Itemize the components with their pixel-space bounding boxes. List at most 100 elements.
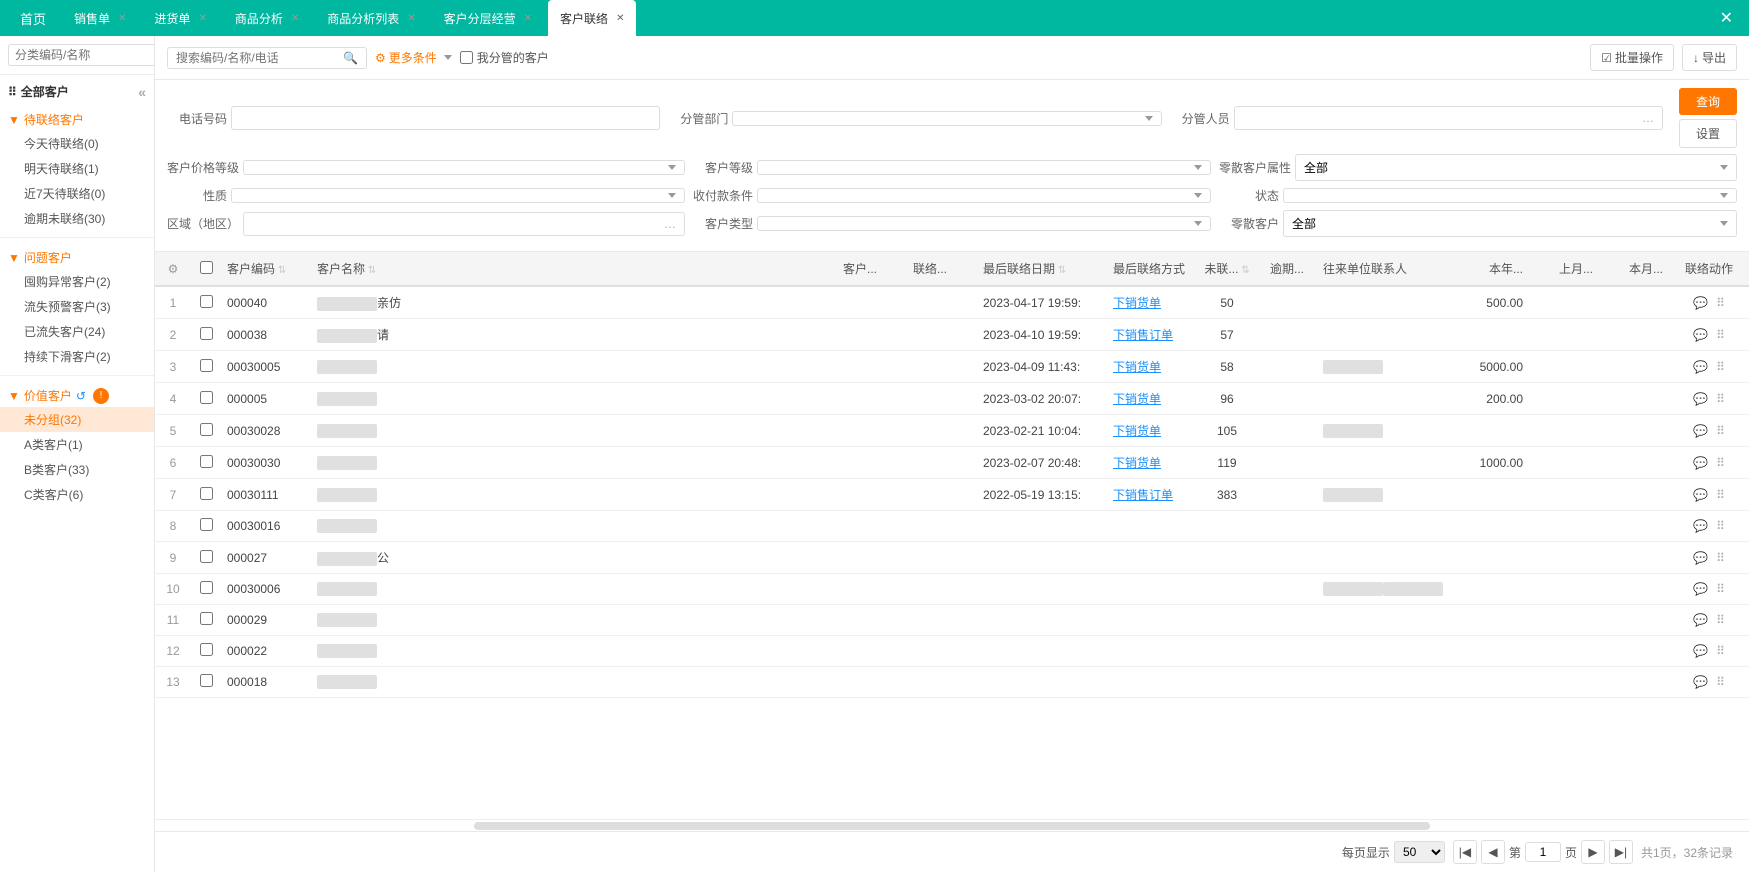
nav-tab-product-analysis[interactable]: 商品分析 ✕ [223,0,311,36]
method-link[interactable]: 下销货单 [1113,424,1161,438]
message-icon[interactable]: 💬 [1693,488,1708,502]
th-customer-type[interactable]: 客户... [837,252,907,286]
sidebar-item-declining[interactable]: 持续下滑客户(2) [0,344,154,369]
row-check[interactable] [191,542,221,574]
sidebar-item-churned[interactable]: 已流失客户(24) [0,319,154,344]
th-last-month[interactable]: 上月... [1529,252,1599,286]
th-code[interactable]: 客户编码 [221,252,311,286]
row-checkbox[interactable] [200,295,213,308]
method-link[interactable]: 下销货单 [1113,392,1161,406]
row-checkbox[interactable] [200,674,213,687]
message-icon[interactable]: 💬 [1693,613,1708,627]
sidebar-item-today-pending[interactable]: 今天待联络(0) [0,131,154,156]
message-icon[interactable]: 💬 [1693,519,1708,533]
sidebar-item-ungrouped[interactable]: 未分组(32) [0,407,154,432]
sidebar-item-tomorrow-pending[interactable]: 明天待联络(1) [0,156,154,181]
per-page-select[interactable]: 50 20 100 [1394,841,1445,863]
customer-type-select[interactable] [757,216,1211,231]
manager-more-icon[interactable]: … [1642,111,1654,125]
region-more-icon[interactable]: … [664,217,676,231]
th-overdue[interactable]: 逾期... [1257,252,1317,286]
reset-btn[interactable]: 设置 [1679,119,1737,148]
more-action-icon[interactable]: ⠿ [1716,360,1725,374]
method-link[interactable]: 下销货单 [1113,456,1161,470]
row-check[interactable] [191,667,221,698]
th-check[interactable] [191,252,221,286]
row-check[interactable] [191,286,221,319]
method-link[interactable]: 下销售订单 [1113,328,1173,342]
nav-tab-purchase[interactable]: 进货单 ✕ [142,0,218,36]
th-settings[interactable]: ⚙ [155,252,191,286]
th-contact[interactable]: 联络... [907,252,977,286]
sidebar-pending-group[interactable]: ▼ 待联络客户 [0,106,154,131]
close-customer-stratification-tab[interactable]: ✕ [524,13,532,24]
phone-input[interactable] [231,106,660,130]
message-icon[interactable]: 💬 [1693,424,1708,438]
row-checkbox[interactable] [200,391,213,404]
region-select[interactable]: … [243,212,685,236]
customer-level-select[interactable] [757,160,1211,175]
my-customers-checkbox[interactable] [460,51,473,64]
sidebar-problem-group[interactable]: ▼ 问题客户 [0,244,154,269]
row-check[interactable] [191,415,221,447]
message-icon[interactable]: 💬 [1693,675,1708,689]
message-icon[interactable]: 💬 [1693,644,1708,658]
row-checkbox[interactable] [200,612,213,625]
close-product-analysis-tab[interactable]: ✕ [291,13,299,24]
more-action-icon[interactable]: ⠿ [1716,613,1725,627]
sidebar-item-class-b[interactable]: B类客户(33) [0,457,154,482]
filter-search-icon[interactable]: 🔍 [343,51,358,65]
more-action-icon[interactable]: ⠿ [1716,392,1725,406]
filter-search-input[interactable] [176,51,339,65]
all-customers-label[interactable]: 全部客户 [21,83,69,100]
row-checkbox[interactable] [200,487,213,500]
message-icon[interactable]: 💬 [1693,360,1708,374]
select-all-checkbox[interactable] [200,261,213,274]
payment-select[interactable] [757,188,1211,203]
close-product-analysis-list-tab[interactable]: ✕ [407,13,415,24]
nav-tab-product-analysis-list[interactable]: 商品分析列表 ✕ [315,0,427,36]
th-name[interactable]: 客户名称 [311,252,837,286]
horizontal-scrollbar[interactable] [155,819,1749,831]
more-action-icon[interactable]: ⠿ [1716,296,1725,310]
query-btn[interactable]: 查询 [1679,88,1737,115]
th-this-year[interactable]: 本年... [1449,252,1529,286]
close-customer-contact-tab[interactable]: ✕ [616,13,624,24]
sidebar-item-abnormal[interactable]: 囤购异常客户(2) [0,269,154,294]
close-purchase-tab[interactable]: ✕ [198,13,206,24]
prev-page-btn[interactable]: ◀ [1481,840,1505,864]
page-input[interactable] [1525,842,1561,862]
row-checkbox[interactable] [200,423,213,436]
nav-tab-sales[interactable]: 销售单 ✕ [62,0,138,36]
sidebar-collapse-btn[interactable]: « [138,84,146,100]
row-check[interactable] [191,319,221,351]
my-customers-checkbox-container[interactable]: 我分管的客户 [460,49,549,66]
row-checkbox[interactable] [200,359,213,372]
th-last-method[interactable]: 最后联络方式 [1107,252,1197,286]
sidebar-search-input[interactable] [8,44,155,66]
close-all-tabs[interactable]: ✕ [1712,8,1741,28]
sidebar-item-class-a[interactable]: A类客户(1) [0,432,154,457]
th-contact-person[interactable]: 往来单位联系人 [1317,252,1449,286]
message-icon[interactable]: 💬 [1693,296,1708,310]
row-checkbox[interactable] [200,550,213,563]
refresh-icon[interactable]: ↺ [76,389,86,403]
row-check[interactable] [191,574,221,605]
manager-select[interactable]: … [1234,106,1663,130]
more-action-icon[interactable]: ⠿ [1716,582,1725,596]
row-check[interactable] [191,636,221,667]
nature-select[interactable] [231,188,685,203]
sidebar-item-class-c[interactable]: C类客户(6) [0,482,154,507]
more-conditions-btn[interactable]: ⚙ 更多条件 [375,49,452,66]
message-icon[interactable]: 💬 [1693,551,1708,565]
more-action-icon[interactable]: ⠿ [1716,551,1725,565]
retail-customer-select[interactable]: 全部 [1283,210,1737,237]
nav-home[interactable]: 首页 [8,9,58,28]
method-link[interactable]: 下销货单 [1113,360,1161,374]
price-level-select[interactable] [243,160,685,175]
row-check[interactable] [191,351,221,383]
next-page-btn[interactable]: ▶ [1581,840,1605,864]
more-action-icon[interactable]: ⠿ [1716,675,1725,689]
scrollbar-thumb[interactable] [474,822,1430,830]
row-checkbox[interactable] [200,518,213,531]
